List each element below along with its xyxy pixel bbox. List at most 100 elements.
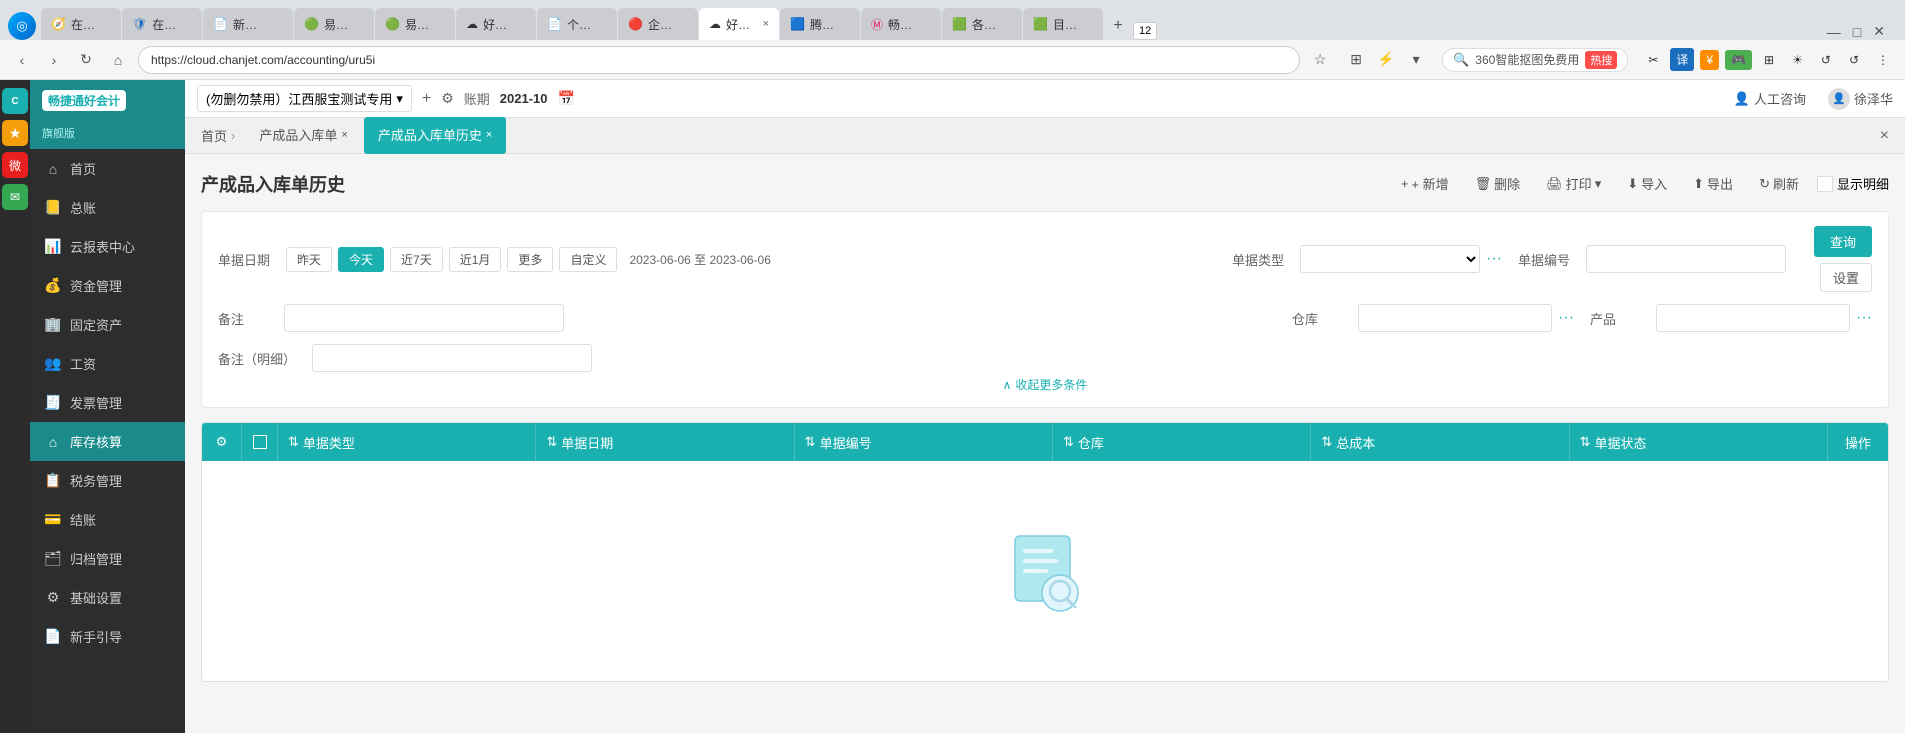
th-cost[interactable]: ⇅ 总成本 [1311, 423, 1569, 461]
breadcrumb-home[interactable]: 首页 [201, 126, 227, 145]
th-warehouse[interactable]: ⇅ 仓库 [1053, 423, 1311, 461]
sidebar-item-basic[interactable]: ⚙ 基础设置 [30, 578, 185, 617]
tab-ge2[interactable]: 🟩 各… [942, 8, 1022, 40]
date-btn-today[interactable]: 今天 [338, 247, 384, 272]
sidebar-item-funds[interactable]: 💰 资金管理 [30, 266, 185, 305]
extensions-button[interactable]: ⊞ [1344, 48, 1368, 72]
product-dots[interactable]: ··· [1856, 309, 1872, 327]
product-input[interactable] [1656, 304, 1850, 332]
sidebar-item-guide[interactable]: 📄 新手引导 [30, 617, 185, 656]
tab-mu[interactable]: 🟩 目… [1023, 8, 1103, 40]
tab-close-icon[interactable]: × [763, 18, 769, 30]
company-select[interactable]: (勿删勿禁用）江西服宝测试专用 ▾ [197, 85, 412, 112]
sidebar-item-checkout[interactable]: 💳 结账 [30, 500, 185, 539]
bookmark-button[interactable]: ☆ [1308, 48, 1332, 72]
sidebar-item-archive[interactable]: 🗂 归档管理 [30, 539, 185, 578]
import-button[interactable]: ⬇ 导入 [1619, 170, 1675, 197]
sun-button[interactable]: ☀ [1786, 50, 1809, 70]
tab-new[interactable]: 📄 新… [203, 8, 293, 40]
note-detail-input[interactable] [312, 344, 592, 372]
date-btn-yesterday[interactable]: 昨天 [286, 247, 332, 272]
content-tab-list[interactable]: 产成品入库单 × [245, 117, 361, 154]
sidebar-item-general-ledger[interactable]: 📒 总账 [30, 188, 185, 227]
date-btn-more[interactable]: 更多 [507, 247, 553, 272]
new-tab-button[interactable]: + [1104, 12, 1132, 40]
warehouse-dots[interactable]: ··· [1558, 309, 1574, 327]
th-status[interactable]: ⇅ 单据状态 [1570, 423, 1828, 461]
select-all-checkbox[interactable] [253, 435, 267, 449]
sidebar-icon-star[interactable]: ★ [2, 120, 28, 146]
calendar-icon[interactable]: 📅 [558, 90, 575, 107]
translate-button[interactable]: 译 [1670, 48, 1694, 71]
type-dots[interactable]: ··· [1486, 250, 1502, 268]
tab-hao2[interactable]: ☁ 好… × [699, 8, 779, 40]
checkbox-show-detail[interactable] [1817, 176, 1833, 192]
th-settings[interactable]: ⚙ [202, 423, 242, 461]
tab-hao1[interactable]: ☁ 好… [456, 8, 536, 40]
date-btn-1month[interactable]: 近1月 [449, 247, 502, 272]
sidebar-item-reports[interactable]: 📊 云报表中心 [30, 227, 185, 266]
tab-yi2[interactable]: 🟢 易… [375, 8, 455, 40]
print-button[interactable]: 🖨 打印 ▾ [1538, 170, 1609, 197]
yuan-button[interactable]: ¥ [1700, 50, 1719, 70]
back-button[interactable]: ‹ [10, 48, 34, 72]
th-date[interactable]: ⇅ 单据日期 [536, 423, 794, 461]
lightning-button[interactable]: ⚡ [1374, 48, 1398, 72]
add-button[interactable]: + + 新增 [1393, 170, 1457, 197]
undo-button[interactable]: ↺ [1815, 50, 1837, 70]
sidebar-item-payroll[interactable]: 👥 工资 [30, 344, 185, 383]
content-tab-history[interactable]: 产成品入库单历史 × [364, 117, 506, 154]
tab-shield[interactable]: 🛡 在… [122, 8, 202, 40]
tab-teng[interactable]: 🟦 腾… [780, 8, 860, 40]
gamepad-button[interactable]: 🎮 [1725, 50, 1752, 70]
refresh-button[interactable]: ↻ 刷新 [1751, 170, 1807, 197]
th-num[interactable]: ⇅ 单据编号 [795, 423, 1053, 461]
scissors-button[interactable]: ✂ [1642, 50, 1664, 70]
user-service-button[interactable]: 👤 人工咨询 [1734, 89, 1806, 108]
sidebar-item-home[interactable]: ⌂ 首页 [30, 149, 185, 188]
note-input[interactable] [284, 304, 564, 332]
maximize-icon[interactable]: □ [1853, 24, 1861, 40]
settings-icon[interactable]: ⚙ [441, 90, 454, 107]
th-type[interactable]: ⇅ 单据类型 [278, 423, 536, 461]
tab-close-icon[interactable]: × [486, 129, 492, 141]
num-input[interactable] [1586, 245, 1786, 273]
sidebar-item-fixed-assets[interactable]: 🏢 固定资产 [30, 305, 185, 344]
home-button[interactable]: ⌂ [106, 48, 130, 72]
type-select[interactable] [1300, 245, 1480, 273]
address-input[interactable] [138, 46, 1300, 74]
filter-settings-button[interactable]: 设置 [1820, 263, 1872, 292]
add-company-button[interactable]: + [422, 90, 431, 108]
sidebar-item-invoice[interactable]: 🧾 发票管理 [30, 383, 185, 422]
query-button[interactable]: 查询 [1814, 226, 1872, 257]
sidebar-item-tax[interactable]: 📋 税务管理 [30, 461, 185, 500]
undo2-button[interactable]: ↺ [1843, 50, 1865, 70]
minimize-icon[interactable]: — [1827, 24, 1841, 40]
user-avatar[interactable]: 👤 徐泽华 [1828, 88, 1893, 110]
collapse-button[interactable]: ∧ 收起更多条件 [218, 376, 1872, 393]
forward-button[interactable]: › [42, 48, 66, 72]
tab-ge[interactable]: 📄 个… [537, 8, 617, 40]
sidebar-icon-chanjet[interactable]: C [2, 88, 28, 114]
refresh-button[interactable]: ↻ [74, 48, 98, 72]
export-button[interactable]: ⬆ 导出 [1685, 170, 1741, 197]
tab-zaix1[interactable]: 🧭 在… [41, 8, 121, 40]
delete-button[interactable]: 🗑 删除 [1467, 170, 1529, 197]
tab-close-icon[interactable]: × [341, 129, 347, 141]
close-window-icon[interactable]: ✕ [1873, 23, 1885, 40]
tab-yi1[interactable]: 🟢 易… [294, 8, 374, 40]
tab-chang[interactable]: Ⓜ 畅… [861, 8, 941, 40]
sidebar-item-inventory[interactable]: ⌂ 库存核算 [30, 422, 185, 461]
show-detail-toggle[interactable]: 显示明细 [1817, 174, 1889, 193]
close-panel-button[interactable]: × [1872, 127, 1897, 145]
tab-qi[interactable]: 🔴 企… [618, 8, 698, 40]
date-btn-7days[interactable]: 近7天 [390, 247, 443, 272]
sidebar-icon-weibo[interactable]: 微 [2, 152, 28, 178]
more-button[interactable]: ⋮ [1871, 50, 1895, 70]
date-btn-custom[interactable]: 自定义 [559, 247, 617, 272]
layout-button[interactable]: ⊞ [1758, 50, 1780, 70]
th-check[interactable] [242, 423, 278, 461]
warehouse-input[interactable] [1358, 304, 1552, 332]
sidebar-icon-mail[interactable]: ✉ [2, 184, 28, 210]
dropdown-button[interactable]: ▾ [1404, 48, 1428, 72]
